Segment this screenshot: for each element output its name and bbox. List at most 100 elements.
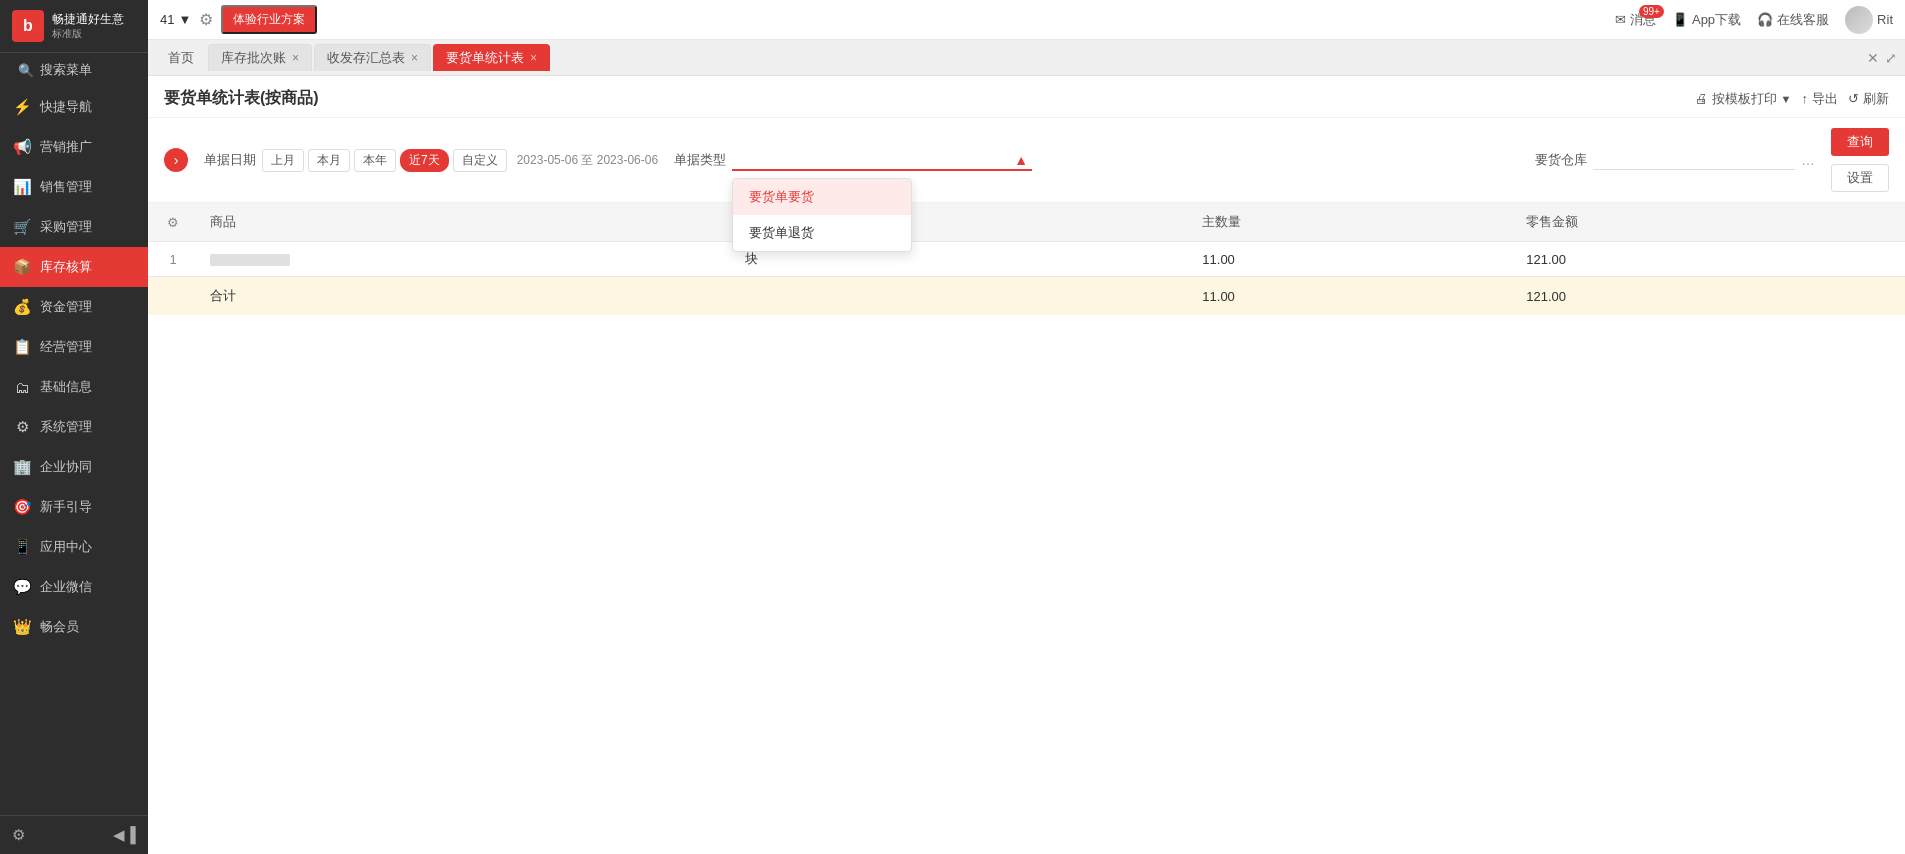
settings-button[interactable]: 设置	[1831, 164, 1889, 192]
nav-icon-system: ⚙	[12, 417, 32, 437]
table-footer-row: 合计 11.00 121.00	[148, 277, 1905, 316]
nav-label-member: 畅会员	[40, 618, 79, 636]
phone-icon: 📱	[1672, 12, 1688, 27]
sidebar-item-guide[interactable]: 🎯 新手引导	[0, 487, 148, 527]
date-filter-label: 单据日期	[204, 151, 256, 169]
tab-demand-summary-close[interactable]: ×	[530, 52, 537, 64]
sidebar-item-member[interactable]: 👑 畅会员	[0, 607, 148, 647]
topbar-gear-icon[interactable]: ⚙	[199, 10, 213, 29]
dropdown-item-demand-order[interactable]: 要货单要货	[733, 179, 911, 215]
date-btn-last-month[interactable]: 上月	[262, 149, 304, 172]
nav-label-sales: 销售管理	[40, 178, 92, 196]
warehouse-filter-input[interactable]	[1593, 150, 1795, 170]
sidebar-item-basic[interactable]: 🗂 基础信息	[0, 367, 148, 407]
nav-label-system: 系统管理	[40, 418, 92, 436]
sidebar-nav: ⚡ 快捷导航 📢 营销推广 📊 销售管理 🛒 采购管理 📦 库存核算 💰 资金管…	[0, 87, 148, 815]
sidebar-item-marketing[interactable]: 📢 营销推广	[0, 127, 148, 167]
tab-demand-summary[interactable]: 要货单统计表 ×	[433, 44, 550, 71]
sidebar-search[interactable]: 🔍 搜索菜单	[0, 53, 148, 87]
avatar	[1845, 6, 1873, 34]
messages-badge: 99+	[1639, 5, 1664, 18]
print-chevron-down: ▼	[1781, 93, 1792, 105]
nav-icon-marketing: 📢	[12, 137, 32, 157]
avatar-image	[1845, 6, 1873, 34]
sidebar-item-inventory[interactable]: 📦 库存核算	[0, 247, 148, 287]
tab-delivery-summary-close[interactable]: ×	[411, 52, 418, 64]
tab-delivery-summary[interactable]: 收发存汇总表 ×	[314, 44, 431, 71]
table-row: 1 块 11.00 121.00	[148, 242, 1905, 277]
query-button[interactable]: 查询	[1831, 128, 1889, 156]
date-btn-7days[interactable]: 近7天	[400, 149, 449, 172]
table-settings-icon[interactable]: ⚙	[167, 215, 179, 230]
nav-label-purchase: 采购管理	[40, 218, 92, 236]
tab-batch-account[interactable]: 库存批次账 ×	[208, 44, 312, 71]
type-filter-chevron-up[interactable]: ▲	[1014, 152, 1028, 168]
type-filter-input[interactable]	[732, 150, 1032, 171]
tab-home[interactable]: 首页	[156, 45, 206, 71]
tab-delivery-summary-label: 收发存汇总表	[327, 49, 405, 67]
table-col-settings[interactable]: ⚙	[148, 203, 198, 242]
tabs-right-controls: ✕ ⤢	[1867, 50, 1897, 66]
sidebar-item-sales[interactable]: 📊 销售管理	[0, 167, 148, 207]
type-filter-label: 单据类型	[674, 151, 726, 169]
date-range-display: 2023-05-06 至 2023-06-06	[517, 152, 658, 169]
nav-label-basic: 基础信息	[40, 378, 92, 396]
chevron-down-icon: ▼	[178, 12, 191, 27]
nav-icon-appstore: 📱	[12, 537, 32, 557]
branch-selector[interactable]: 41 ▼	[160, 12, 191, 27]
sidebar-collapse-icon[interactable]: ◀▐	[113, 826, 136, 844]
print-icon: 🖨	[1695, 91, 1708, 106]
tab-window-close-icon[interactable]: ✕	[1867, 50, 1879, 66]
footer-quantity: 11.00	[1190, 277, 1514, 316]
date-btn-this-month[interactable]: 本月	[308, 149, 350, 172]
nav-icon-purchase: 🛒	[12, 217, 32, 237]
tab-window-maximize-icon[interactable]: ⤢	[1885, 50, 1897, 66]
nav-label-wechat: 企业微信	[40, 578, 92, 596]
sidebar-item-purchase[interactable]: 🛒 采购管理	[0, 207, 148, 247]
sidebar-item-quick-nav[interactable]: ⚡ 快捷导航	[0, 87, 148, 127]
refresh-icon: ↺	[1848, 91, 1859, 106]
tab-home-label: 首页	[168, 49, 194, 67]
nav-icon-member: 👑	[12, 617, 32, 637]
online-service-button[interactable]: 🎧 在线客服	[1757, 11, 1829, 29]
tabs-bar: 首页 库存批次账 × 收发存汇总表 × 要货单统计表 × ✕ ⤢	[148, 40, 1905, 76]
sidebar-logo: b 畅捷通好生意 标准版	[0, 0, 148, 53]
promo-button[interactable]: 体验行业方案	[221, 5, 317, 34]
messages-button[interactable]: ✉ 消息 99+	[1615, 11, 1656, 29]
app-download-button[interactable]: 📱 App下载	[1672, 11, 1741, 29]
sidebar-item-finance[interactable]: 💰 资金管理	[0, 287, 148, 327]
user-avatar[interactable]: Rit	[1845, 6, 1893, 34]
row-quantity: 11.00	[1190, 242, 1514, 277]
page-actions: 🖨 按模板打印 ▼ ↑ 导出 ↺ 刷新	[1695, 90, 1889, 108]
tab-demand-summary-label: 要货单统计表	[446, 49, 524, 67]
sidebar-settings-icon[interactable]: ⚙	[12, 826, 25, 844]
page-header: 要货单统计表(按商品) 🖨 按模板打印 ▼ ↑ 导出 ↺ 刷新	[148, 76, 1905, 118]
sidebar: b 畅捷通好生意 标准版 🔍 搜索菜单 ⚡ 快捷导航 📢 营销推广 📊 销售管理…	[0, 0, 148, 854]
sidebar-item-appstore[interactable]: 📱 应用中心	[0, 527, 148, 567]
sidebar-item-operations[interactable]: 📋 经营管理	[0, 327, 148, 367]
nav-label-operations: 经营管理	[40, 338, 92, 356]
table-header-row: ⚙ 商品 主计量单位 主数量 零售金额	[148, 203, 1905, 242]
sidebar-item-enterprise[interactable]: 🏢 企业协同	[0, 447, 148, 487]
export-button[interactable]: ↑ 导出	[1802, 90, 1839, 108]
filter-expand-button[interactable]: ›	[164, 148, 188, 172]
nav-icon-finance: 💰	[12, 297, 32, 317]
sidebar-item-wechat[interactable]: 💬 企业微信	[0, 567, 148, 607]
page-title-area: 要货单统计表(按商品)	[164, 88, 319, 109]
tab-batch-account-close[interactable]: ×	[292, 52, 299, 64]
nav-label-guide: 新手引导	[40, 498, 92, 516]
sidebar-item-system[interactable]: ⚙ 系统管理	[0, 407, 148, 447]
warehouse-filter-more-icon[interactable]: …	[1801, 152, 1815, 168]
date-btn-custom[interactable]: 自定义	[453, 149, 507, 172]
table-col-quantity: 主数量	[1190, 203, 1514, 242]
refresh-button[interactable]: ↺ 刷新	[1848, 90, 1889, 108]
print-button[interactable]: 🖨 按模板打印 ▼	[1695, 90, 1792, 108]
data-table: ⚙ 商品 主计量单位 主数量 零售金额 1 块	[148, 203, 1905, 315]
user-name: Rit	[1877, 12, 1893, 27]
nav-icon-inventory: 📦	[12, 257, 32, 277]
nav-label-appstore: 应用中心	[40, 538, 92, 556]
table-body: 1 块 11.00 121.00	[148, 242, 1905, 277]
dropdown-item-demand-return[interactable]: 要货单退货	[733, 215, 911, 251]
date-btn-this-year[interactable]: 本年	[354, 149, 396, 172]
nav-icon-operations: 📋	[12, 337, 32, 357]
